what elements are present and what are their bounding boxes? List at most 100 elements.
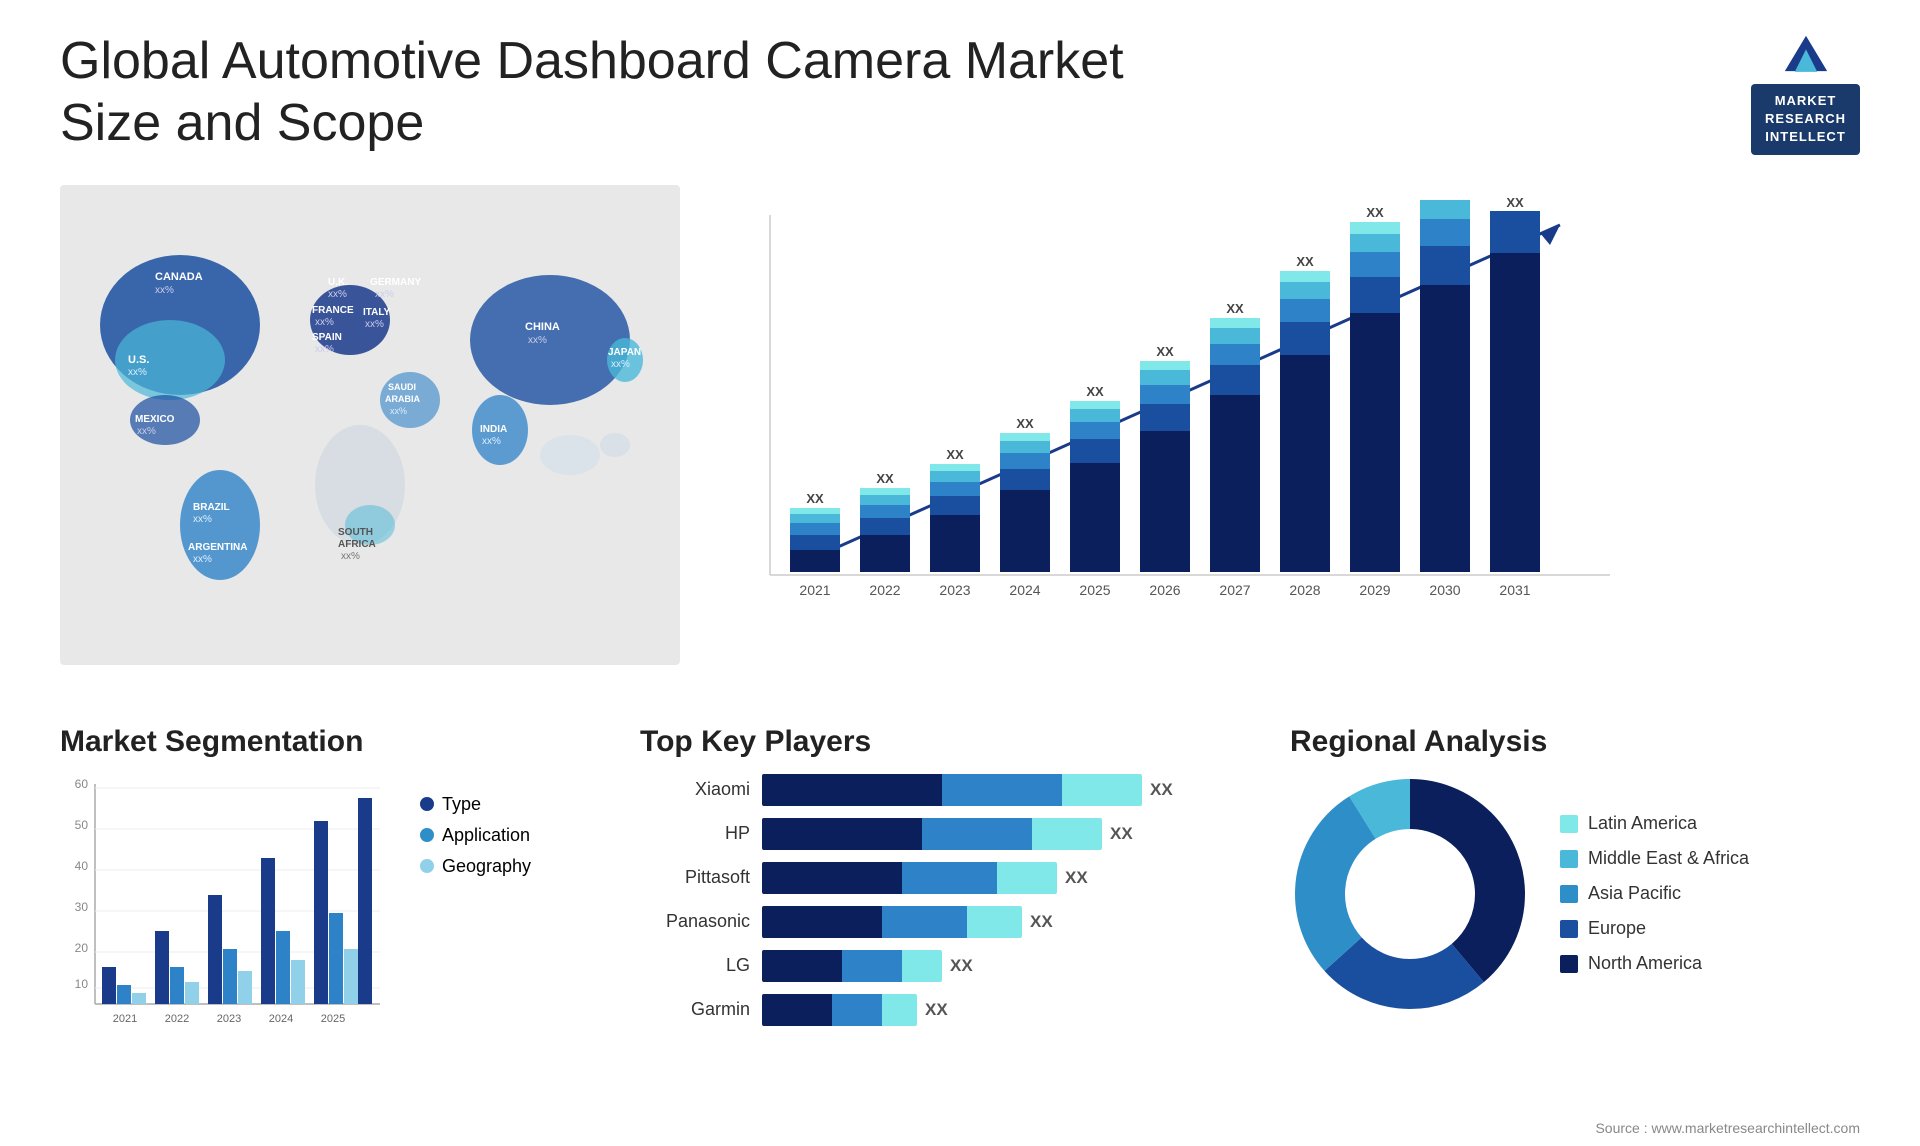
svg-text:XX: XX [876,471,894,486]
legend-color-europe [1560,920,1578,938]
svg-text:xx%: xx% [315,344,334,355]
svg-text:SPAIN: SPAIN [312,332,342,343]
svg-text:2028: 2028 [1289,582,1320,598]
header: Global Automotive Dashboard Camera Marke… [60,30,1860,155]
svg-text:2022: 2022 [165,1013,189,1025]
player-row-lg: LG XX [640,950,1260,982]
legend-type: Type [420,794,531,815]
seg-content: 60 50 40 30 20 10 [60,774,610,1044]
svg-text:FRANCE: FRANCE [312,305,354,316]
legend-dot-geography [420,859,434,873]
svg-text:MEXICO: MEXICO [135,414,175,425]
bar-chart-wrapper: XX XX XX [720,195,1840,635]
player-name-panasonic: Panasonic [640,911,750,932]
svg-text:XX: XX [1506,195,1524,210]
svg-text:CANADA: CANADA [155,271,203,283]
svg-text:2025: 2025 [321,1013,345,1025]
bar-2023: XX [930,447,980,572]
player-name-lg: LG [640,955,750,976]
page-title: Global Automotive Dashboard Camera Marke… [60,30,1160,155]
player-bar-xiaomi: XX [762,774,1173,806]
svg-text:XX: XX [946,447,964,462]
svg-text:AFRICA: AFRICA [338,539,376,550]
svg-text:2024: 2024 [269,1013,293,1025]
svg-text:xx%: xx% [611,359,630,370]
svg-text:XX: XX [1366,205,1384,220]
legend-geography: Geography [420,856,531,877]
svg-text:xx%: xx% [328,289,347,300]
player-name-xiaomi: Xiaomi [640,779,750,800]
legend-label-europe: Europe [1588,918,1646,939]
svg-text:XX: XX [1226,301,1244,316]
svg-text:60: 60 [75,777,89,791]
player-bar-lg: XX [762,950,973,982]
legend-label-geography: Geography [442,856,531,877]
svg-text:2023: 2023 [939,582,970,598]
player-bar-panasonic: XX [762,906,1053,938]
svg-text:xx%: xx% [315,317,334,328]
player-row-xiaomi: Xiaomi XX [640,774,1260,806]
player-bar-pittasoft: XX [762,862,1088,894]
svg-text:xx%: xx% [341,551,360,562]
svg-text:2024: 2024 [1009,582,1040,598]
legend-label-application: Application [442,825,530,846]
svg-text:SOUTH: SOUTH [338,527,373,538]
page: Global Automotive Dashboard Camera Marke… [0,0,1920,1146]
svg-text:xx%: xx% [390,406,407,416]
svg-text:xx%: xx% [155,285,174,296]
svg-text:SAUDI: SAUDI [388,382,416,392]
svg-text:xx%: xx% [482,436,501,447]
svg-text:2021: 2021 [799,582,830,598]
legend-asia-pacific: Asia Pacific [1560,883,1749,904]
player-name-hp: HP [640,823,750,844]
svg-text:2025: 2025 [1079,582,1110,598]
legend-middle-east: Middle East & Africa [1560,848,1749,869]
legend-latin-america: Latin America [1560,813,1749,834]
svg-text:XX: XX [1156,344,1174,359]
svg-text:U.S.: U.S. [128,354,149,366]
bar-2025: XX [1070,384,1120,572]
legend-label-type: Type [442,794,481,815]
seg-chart: 60 50 40 30 20 10 [60,774,400,1044]
player-xx-garmin: XX [925,1000,948,1020]
svg-text:BRAZIL: BRAZIL [193,502,230,513]
main-bar-chart: XX XX XX [740,195,1640,635]
svg-text:xx%: xx% [193,514,212,525]
svg-text:xx%: xx% [193,554,212,565]
svg-text:GERMANY: GERMANY [370,277,421,288]
logo-icon [1776,30,1836,80]
svg-text:40: 40 [75,859,89,873]
player-xx-lg: XX [950,956,973,976]
svg-text:30: 30 [75,900,89,914]
legend-north-america: North America [1560,953,1749,974]
legend-application: Application [420,825,531,846]
source-text: Source : www.marketresearchintellect.com [1595,1120,1860,1136]
bar-2027: XX [1210,301,1260,572]
market-segmentation: Market Segmentation 60 50 40 30 20 10 [60,725,610,1044]
bar-chart-section: XX XX XX [700,185,1860,705]
donut-legend: Latin America Middle East & Africa Asia … [1560,813,1749,974]
svg-text:20: 20 [75,941,89,955]
svg-text:CHINA: CHINA [525,321,560,333]
player-xx-hp: XX [1110,824,1133,844]
seg-legend: Type Application Geography [420,794,531,1044]
legend-dot-type [420,797,434,811]
svg-text:XX: XX [1016,416,1034,431]
content-grid: CANADA xx% U.S. xx% MEXICO xx% BRAZIL xx… [60,185,1860,1044]
player-row-garmin: Garmin XX [640,994,1260,1026]
svg-text:2022: 2022 [869,582,900,598]
map-section: CANADA xx% U.S. xx% MEXICO xx% BRAZIL xx… [60,185,680,705]
donut-area: Latin America Middle East & Africa Asia … [1290,774,1860,1014]
svg-text:2031: 2031 [1499,582,1530,598]
svg-text:JAPAN: JAPAN [608,347,641,358]
player-xx-pittasoft: XX [1065,868,1088,888]
logo-area: MARKET RESEARCH INTELLECT [1751,30,1860,155]
svg-text:XX: XX [806,491,824,506]
legend-color-asia-pacific [1560,885,1578,903]
bar-2026: XX [1140,344,1190,572]
player-name-garmin: Garmin [640,999,750,1020]
svg-text:XX: XX [1086,384,1104,399]
svg-text:U.K.: U.K. [328,277,348,288]
player-name-pittasoft: Pittasoft [640,867,750,888]
legend-color-latin-america [1560,815,1578,833]
